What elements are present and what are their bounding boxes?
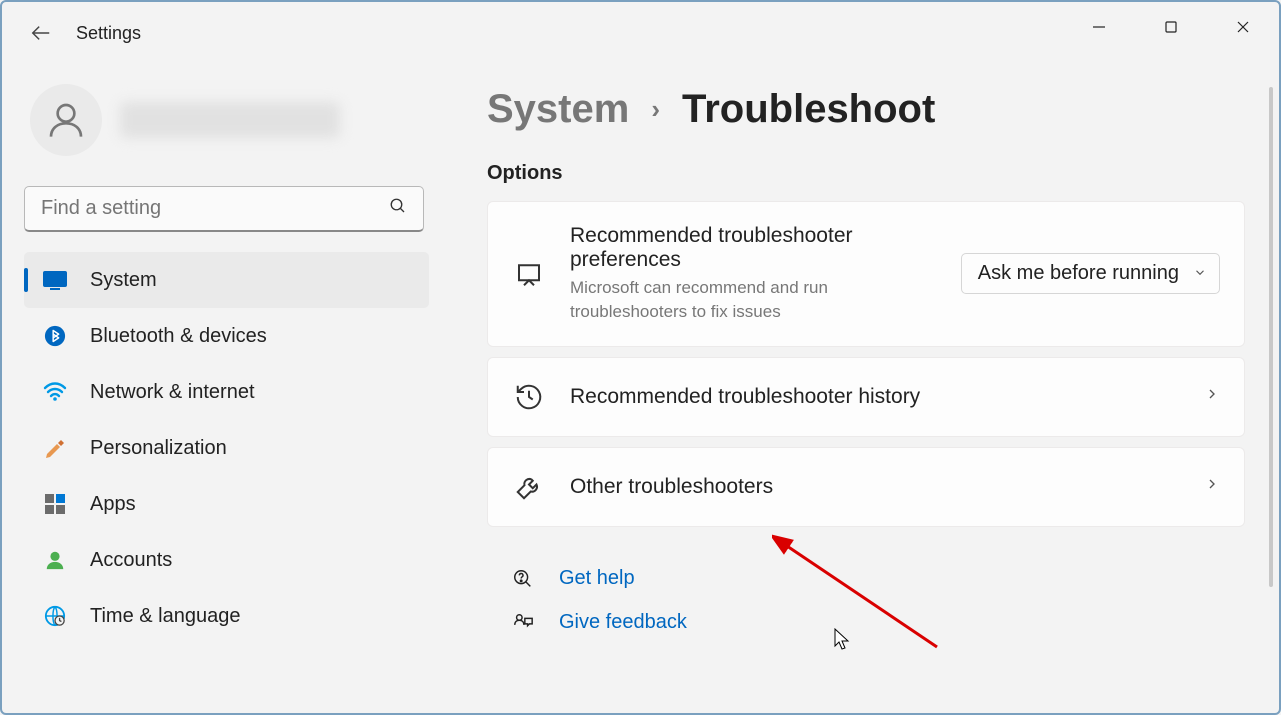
maximize-button[interactable] [1135,2,1207,52]
globe-icon [42,603,68,629]
chevron-right-icon: › [651,94,660,125]
give-feedback-link[interactable]: Give feedback [559,611,687,634]
card-troubleshooter-preferences: Recommended troubleshooter preferences M… [487,201,1245,347]
profile-header[interactable] [24,84,429,156]
header: Settings [30,22,141,44]
card-title: Recommended troubleshooter history [570,385,1180,409]
sidebar-item-apps[interactable]: Apps [24,476,429,532]
card-title: Other troubleshooters [570,475,1180,499]
app-title: Settings [76,23,141,44]
apps-icon [42,491,68,517]
search-icon [389,197,407,220]
sidebar-item-label: Network & internet [90,381,255,404]
main-content: System › Troubleshoot Options Recommende… [487,87,1249,713]
help-links: Get help Give feedback [487,557,1245,645]
close-button[interactable] [1207,2,1279,52]
breadcrumb: System › Troubleshoot [487,87,1245,132]
card-body: Recommended troubleshooter preferences M… [570,224,937,324]
cursor-icon [834,628,852,652]
card-other-troubleshooters[interactable]: Other troubleshooters [487,447,1245,527]
sidebar-item-label: Accounts [90,549,172,572]
settings-window: Settings System [0,0,1281,715]
chevron-right-icon [1204,386,1220,407]
feedback-icon [511,611,535,635]
preferences-dropdown[interactable]: Ask me before running [961,253,1220,294]
breadcrumb-current: Troubleshoot [682,87,935,132]
give-feedback-row: Give feedback [487,601,1245,645]
section-title: Options [487,162,1245,185]
sidebar-item-label: Bluetooth & devices [90,325,267,348]
bluetooth-icon [42,323,68,349]
dropdown-value: Ask me before running [978,262,1179,284]
card-title: Recommended troubleshooter preferences [570,224,937,272]
display-icon [42,267,68,293]
sidebar-item-label: Personalization [90,437,227,460]
search-box[interactable] [24,186,424,232]
get-help-link[interactable]: Get help [559,567,635,590]
search-input[interactable] [41,197,389,220]
avatar [30,84,102,156]
card-desc: Microsoft can recommend and run troubles… [570,276,910,324]
sidebar-item-label: System [90,269,157,292]
scrollbar[interactable] [1269,87,1273,587]
sidebar-item-label: Apps [90,493,136,516]
card-troubleshooter-history[interactable]: Recommended troubleshooter history [487,357,1245,437]
sidebar-item-system[interactable]: System [24,252,429,308]
person-icon [42,547,68,573]
sidebar-item-personalization[interactable]: Personalization [24,420,429,476]
nav: System Bluetooth & devices Network & int… [24,252,429,644]
window-controls [1059,2,1279,52]
help-icon [511,567,535,591]
sidebar-item-accounts[interactable]: Accounts [24,532,429,588]
chevron-down-icon [1193,262,1207,285]
sidebar-item-network[interactable]: Network & internet [24,364,429,420]
minimize-button[interactable] [1063,2,1135,52]
sidebar-item-bluetooth[interactable]: Bluetooth & devices [24,308,429,364]
back-icon[interactable] [30,22,52,44]
preferences-icon [512,257,546,291]
profile-name-redacted [120,102,340,138]
wrench-icon [512,470,546,504]
breadcrumb-parent[interactable]: System [487,87,629,132]
chevron-right-icon [1204,476,1220,497]
sidebar: System Bluetooth & devices Network & int… [24,84,429,644]
wifi-icon [42,379,68,405]
get-help-row: Get help [487,557,1245,601]
brush-icon [42,435,68,461]
sidebar-item-label: Time & language [90,605,240,628]
history-icon [512,380,546,414]
sidebar-item-time[interactable]: Time & language [24,588,429,644]
